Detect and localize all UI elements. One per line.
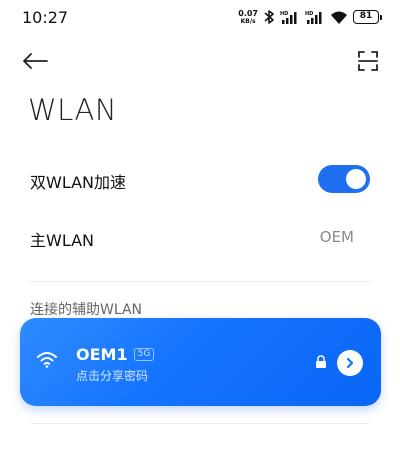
band-badge: 5G	[133, 348, 155, 361]
dual-wlan-toggle[interactable]	[318, 165, 370, 193]
status-icons: 0.07 KB/s HD HD 81	[238, 9, 382, 25]
bluetooth-icon	[263, 9, 275, 25]
chevron-right-icon	[346, 357, 354, 369]
network-speed: 0.07 KB/s	[238, 8, 258, 25]
battery-level: 81	[353, 10, 379, 24]
scan-button[interactable]	[348, 46, 378, 76]
connected-section-title: 连接的辅助WLAN	[30, 302, 143, 318]
network-speed-unit: KB/s	[240, 17, 256, 25]
scan-qr-icon	[358, 51, 378, 71]
svg-text:HD: HD	[305, 11, 313, 17]
toggle-knob	[346, 169, 366, 189]
lock-icon	[315, 354, 327, 373]
primary-wlan-row[interactable]: 主WLAN OEM	[0, 208, 400, 264]
status-time: 10:27	[22, 8, 69, 27]
nav-bar	[0, 40, 400, 80]
wifi-status-icon	[330, 10, 348, 24]
primary-wlan-label: 主WLAN	[30, 231, 95, 250]
signal-icon: HD	[280, 10, 300, 24]
network-ssid: OEM1	[76, 345, 128, 364]
network-ssid-line: OEM1 5G	[76, 345, 155, 364]
divider	[30, 423, 370, 424]
arrow-left-icon	[23, 53, 48, 69]
primary-wlan-value: OEM	[319, 228, 354, 246]
network-detail-button[interactable]	[337, 350, 363, 376]
battery-icon: 81	[353, 10, 382, 24]
wifi-icon	[36, 350, 58, 372]
back-button[interactable]	[22, 46, 58, 76]
signal-icon-2: HD	[305, 10, 325, 24]
dual-wlan-label: 双WLAN加速	[30, 173, 127, 192]
svg-text:HD: HD	[280, 11, 288, 17]
connected-network-card[interactable]: OEM1 5G 点击分享密码	[20, 318, 381, 406]
network-speed-value: 0.07	[238, 8, 258, 18]
page-title: WLAN	[28, 93, 118, 127]
dual-wlan-row[interactable]: 双WLAN加速	[0, 150, 400, 206]
divider	[30, 281, 370, 282]
share-password-hint: 点击分享密码	[76, 369, 149, 383]
status-bar: 10:27 0.07 KB/s HD HD 81	[0, 0, 400, 34]
